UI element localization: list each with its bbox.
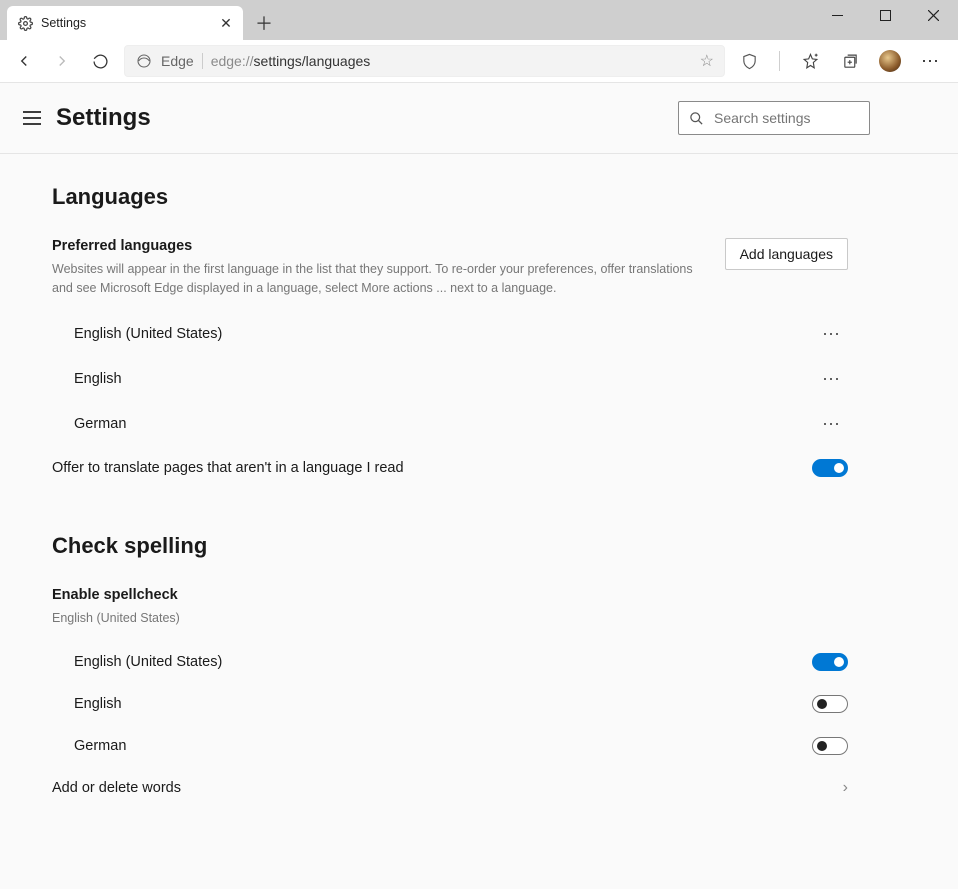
new-tab-button[interactable]: ＋ <box>249 8 279 38</box>
spellcheck-row: English <box>52 683 848 725</box>
language-label: English (United States) <box>74 326 222 342</box>
avatar-icon <box>879 50 901 72</box>
spellcheck-languages-list: English (United States) English German <box>52 641 848 767</box>
page-title: Settings <box>56 104 678 132</box>
spellcheck-language-label: German <box>74 738 126 754</box>
more-menu-button[interactable]: ⋯ <box>912 43 948 79</box>
section-title-spelling: Check spelling <box>52 533 848 559</box>
more-actions-button[interactable]: ⋯ <box>816 369 848 390</box>
enable-spellcheck-sublabel: English (United States) <box>52 609 712 628</box>
spellcheck-row: German <box>52 725 848 767</box>
toolbar-right: ⋯ <box>731 43 952 79</box>
profile-avatar[interactable] <box>872 43 908 79</box>
favorites-icon[interactable] <box>792 43 828 79</box>
page-header: Settings <box>0 83 958 154</box>
separator <box>779 51 780 71</box>
back-button[interactable] <box>6 43 42 79</box>
site-identity-label: Edge <box>161 53 194 69</box>
language-row: German ⋯ <box>52 402 848 447</box>
gear-icon <box>17 15 33 31</box>
settings-page: Settings Languages Preferred languages W… <box>0 82 958 889</box>
search-settings-input[interactable] <box>714 110 895 126</box>
language-label: German <box>74 416 126 432</box>
maximize-button[interactable] <box>862 0 908 30</box>
language-row: English (United States) ⋯ <box>52 312 848 357</box>
offer-translate-toggle[interactable] <box>812 459 848 477</box>
spellcheck-toggle[interactable] <box>812 737 848 755</box>
tab-strip: Settings ✕ ＋ <box>0 0 812 40</box>
edge-icon <box>135 52 153 70</box>
forward-button[interactable] <box>44 43 80 79</box>
tracking-prevention-icon[interactable] <box>731 43 767 79</box>
window-controls <box>812 0 958 30</box>
language-row: English ⋯ <box>52 357 848 402</box>
url-text: edge://settings/languages <box>211 53 692 69</box>
close-window-button[interactable] <box>910 0 956 30</box>
settings-content: Languages Preferred languages Websites w… <box>0 154 920 849</box>
collections-icon[interactable] <box>832 43 868 79</box>
offer-translate-row: Offer to translate pages that aren't in … <box>52 447 848 489</box>
spellcheck-toggle[interactable] <box>812 695 848 713</box>
add-delete-words-label: Add or delete words <box>52 780 181 796</box>
language-label: English <box>74 371 122 387</box>
add-languages-button[interactable]: Add languages <box>725 238 848 270</box>
window-titlebar: Settings ✕ ＋ <box>0 0 958 40</box>
browser-tab-settings[interactable]: Settings ✕ <box>7 6 243 40</box>
spellcheck-language-label: English (United States) <box>74 654 222 670</box>
spellcheck-language-label: English <box>74 696 122 712</box>
spellcheck-row: English (United States) <box>52 641 848 683</box>
more-actions-button[interactable]: ⋯ <box>816 324 848 345</box>
section-title-languages: Languages <box>52 184 848 210</box>
offer-translate-label: Offer to translate pages that aren't in … <box>52 460 404 476</box>
tab-title: Settings <box>41 16 209 30</box>
preferred-languages-section: Preferred languages Websites will appear… <box>52 238 848 489</box>
favorite-star-icon[interactable]: ☆ <box>700 51 714 71</box>
minimize-button[interactable] <box>814 0 860 30</box>
hamburger-menu-button[interactable] <box>18 104 46 132</box>
browser-toolbar: Edge edge://settings/languages ☆ ⋯ <box>0 40 958 82</box>
spellcheck-toggle[interactable] <box>812 653 848 671</box>
preferred-languages-title: Preferred languages <box>52 238 705 254</box>
preferred-languages-desc: Websites will appear in the first langua… <box>52 260 705 298</box>
chevron-right-icon: › <box>843 779 848 797</box>
refresh-button[interactable] <box>82 43 118 79</box>
close-tab-button[interactable]: ✕ <box>217 15 235 32</box>
search-icon <box>689 111 704 126</box>
preferred-languages-list: English (United States) ⋯ English ⋯ Germ… <box>52 312 848 447</box>
more-actions-button[interactable]: ⋯ <box>816 414 848 435</box>
address-bar[interactable]: Edge edge://settings/languages ☆ <box>124 45 725 77</box>
search-settings-box[interactable] <box>678 101 870 135</box>
enable-spellcheck-title: Enable spellcheck <box>52 587 848 603</box>
enable-spellcheck-section: Enable spellcheck English (United States… <box>52 587 848 810</box>
add-delete-words-row[interactable]: Add or delete words › <box>52 767 848 809</box>
separator <box>202 53 203 69</box>
